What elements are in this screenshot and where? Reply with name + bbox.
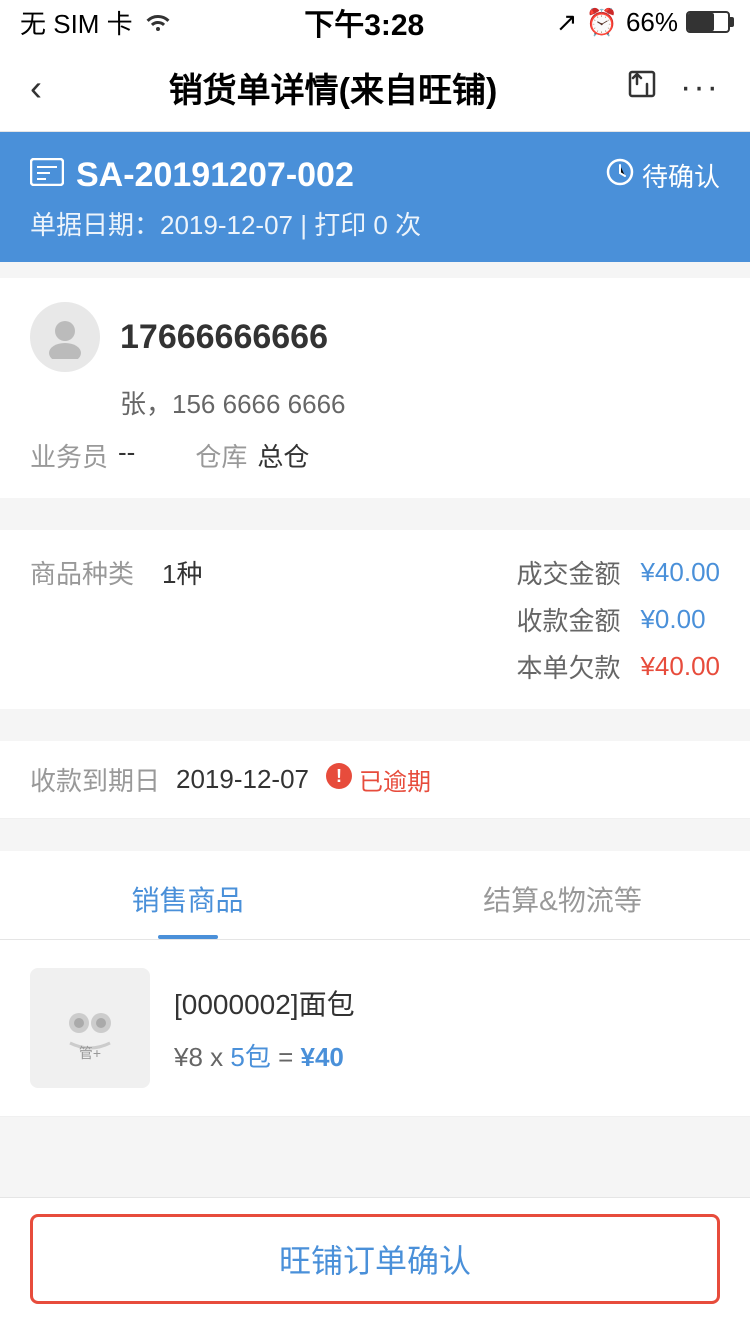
product-thumbnail: 管+ (30, 968, 150, 1088)
product-types-value: 1种 (162, 554, 202, 591)
status-right: ↗ ⏰ 66% (556, 7, 730, 38)
overdue-badge: ! 已逾期 (325, 762, 431, 797)
price-unit: ¥8 x (174, 1042, 230, 1072)
owed-row: 本单欠款 ¥40.00 (516, 648, 720, 685)
transaction-value: ¥40.00 (640, 557, 720, 588)
product-price: ¥8 x 5包 = ¥40 (174, 1037, 720, 1074)
price-total: ¥40 (300, 1042, 343, 1072)
product-name: [0000002]面包 (174, 983, 720, 1023)
warehouse-meta: 仓库 总仓 (195, 437, 309, 474)
product-section: 管+ [0000002]面包 ¥8 x 5包 = ¥40 (0, 940, 750, 1117)
payment-value: ¥0.00 (640, 604, 705, 635)
wifi-icon (143, 7, 173, 38)
svg-text:管+: 管+ (79, 1045, 101, 1061)
payment-row: 收款金额 ¥0.00 (516, 601, 720, 638)
order-number: SA-20191207-002 (30, 156, 354, 195)
product-types-label: 商品种类 (30, 554, 134, 591)
svg-text:!: ! (336, 766, 342, 786)
customer-phone: 17666666666 (120, 318, 328, 357)
overdue-warning-icon: ! (325, 762, 353, 797)
share-icon[interactable] (624, 66, 660, 110)
status-left: 无 SIM 卡 (20, 4, 173, 41)
location-icon: ↗ (556, 7, 578, 38)
avatar (30, 302, 100, 372)
back-button[interactable]: ‹ (30, 67, 42, 109)
due-date-value: 2019-12-07 (176, 764, 309, 795)
page-title: 销货单详情(来自旺铺) (169, 63, 498, 112)
divider-3 (0, 819, 750, 835)
price-qty: 5包 (230, 1042, 270, 1072)
status-bar: 无 SIM 卡 下午3:28 ↗ ⏰ 66% (0, 0, 750, 44)
warehouse-label: 仓库 (195, 437, 247, 474)
nav-left: ‹ (30, 67, 42, 109)
status-time: 下午3:28 (304, 0, 424, 44)
owed-value: ¥40.00 (640, 651, 720, 682)
customer-row: 17666666666 (30, 302, 720, 372)
order-icon (30, 156, 64, 195)
order-status: 待确认 (606, 157, 720, 194)
battery-icon (686, 11, 730, 33)
stats-section: 商品种类 1种 成交金额 ¥40.00 收款金额 ¥0.00 本单欠款 ¥40.… (0, 530, 750, 709)
alarm-icon: ⏰ (586, 7, 618, 38)
salesperson-label: 业务员 (30, 437, 108, 474)
stats-right: 成交金额 ¥40.00 收款金额 ¥0.00 本单欠款 ¥40.00 (516, 554, 720, 685)
product-item: 管+ [0000002]面包 ¥8 x 5包 = ¥40 (0, 940, 750, 1117)
transaction-row: 成交金额 ¥40.00 (516, 554, 720, 591)
customer-section: 17666666666 张，156 6666 6666 业务员 -- 仓库 总仓 (0, 278, 750, 498)
tab-sales-products[interactable]: 销售商品 (0, 851, 375, 939)
tab-settlement-logistics[interactable]: 结算&物流等 (375, 851, 750, 939)
confirm-order-button[interactable]: 旺铺订单确认 (30, 1214, 720, 1304)
divider-1 (0, 498, 750, 514)
warehouse-value: 总仓 (257, 437, 309, 474)
battery-text: 66% (626, 7, 678, 38)
salesperson-meta: 业务员 -- (30, 437, 135, 474)
overdue-text: 已逾期 (359, 762, 431, 797)
due-section: 收款到期日 2019-12-07 ! 已逾期 (0, 741, 750, 819)
order-date: 单据日期：2019-12-07 | 打印 0 次 (30, 205, 720, 242)
salesperson-value: -- (118, 437, 135, 474)
nav-right: ··· (624, 66, 720, 110)
order-header-row: SA-20191207-002 待确认 (30, 156, 720, 195)
divider-2 (0, 709, 750, 725)
more-icon[interactable]: ··· (680, 68, 720, 107)
customer-meta: 业务员 -- 仓库 总仓 (30, 437, 720, 474)
carrier-text: 无 SIM 卡 (20, 4, 133, 41)
transaction-label: 成交金额 (516, 554, 620, 591)
payment-label: 收款金额 (516, 601, 620, 638)
nav-bar: ‹ 销货单详情(来自旺铺) ··· (0, 44, 750, 132)
price-eq: = (271, 1042, 301, 1072)
stats-left: 商品种类 1种 (30, 554, 202, 591)
clock-icon (606, 158, 634, 193)
product-info: [0000002]面包 ¥8 x 5包 = ¥40 (174, 983, 720, 1074)
order-header-card: SA-20191207-002 待确认 单据日期：2019-12-07 | 打印… (0, 132, 750, 262)
customer-name: 张，156 6666 6666 (120, 384, 720, 421)
owed-label: 本单欠款 (516, 648, 620, 685)
due-label: 收款到期日 (30, 761, 160, 798)
bottom-bar: 旺铺订单确认 (0, 1197, 750, 1334)
tabs-section: 销售商品 结算&物流等 (0, 851, 750, 940)
